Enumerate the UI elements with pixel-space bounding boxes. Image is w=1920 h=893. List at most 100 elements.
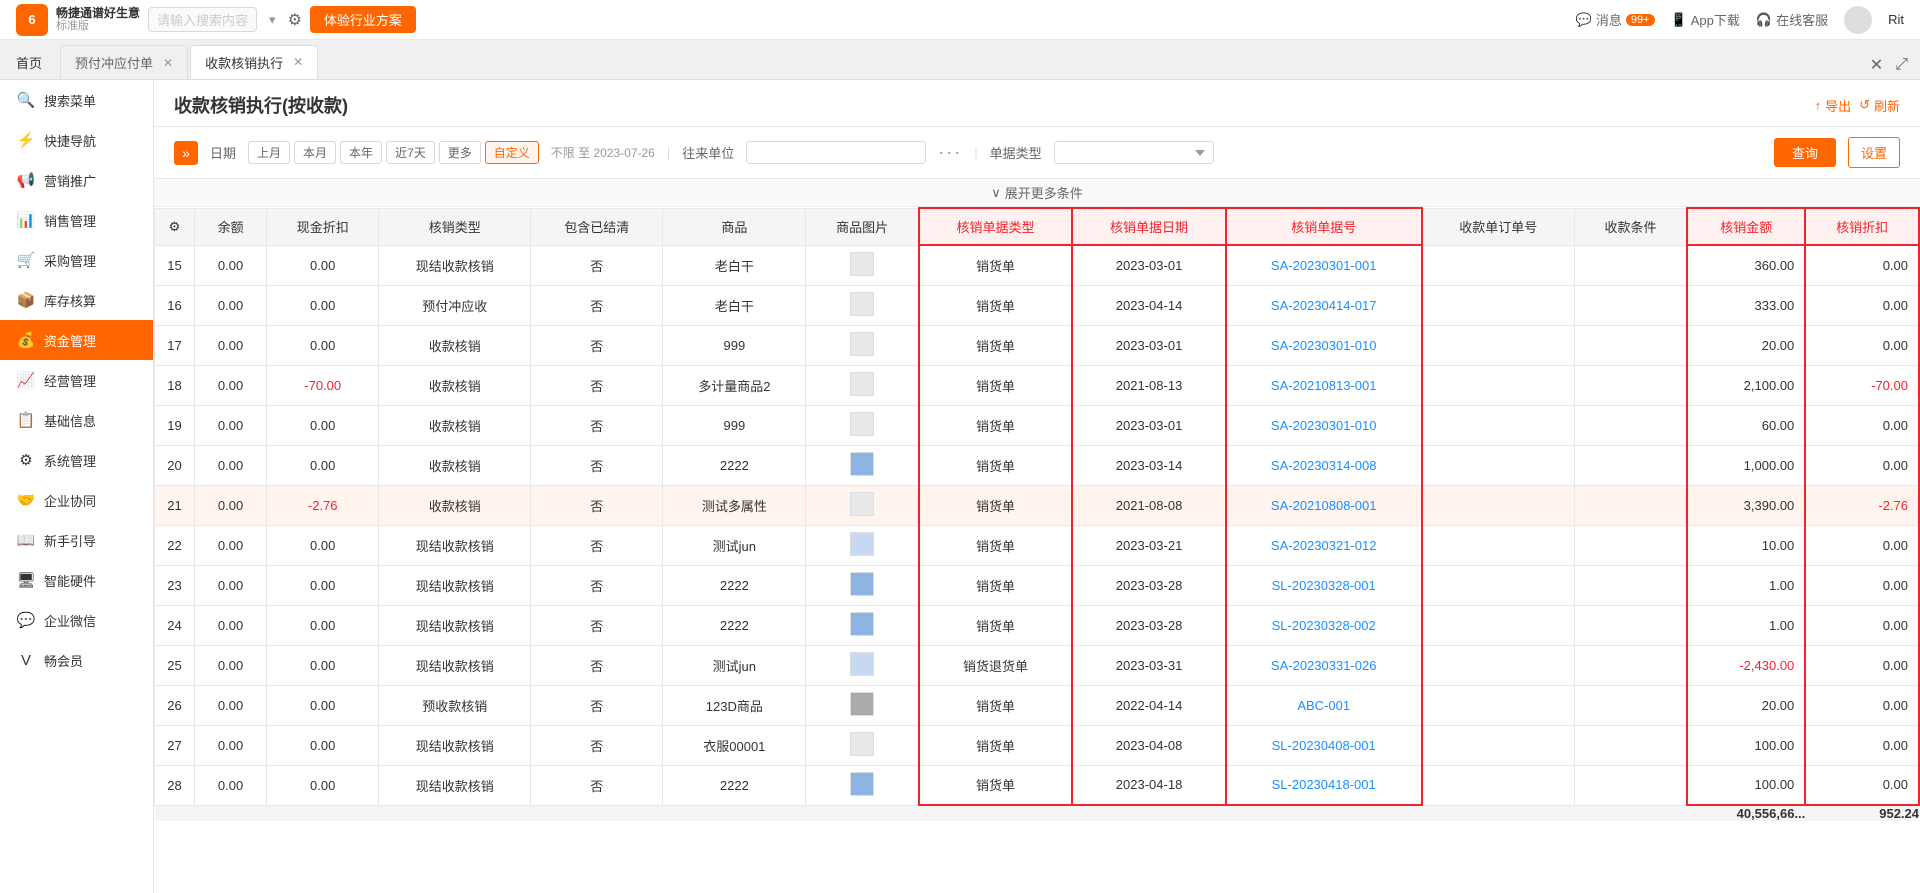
sidebar-item-1[interactable]: ⚡快捷导航 bbox=[0, 120, 153, 160]
cell-doc-verify-type: 销货单 bbox=[919, 445, 1073, 485]
online-service-item[interactable]: 🎧 在线客服 bbox=[1756, 10, 1828, 29]
sidebar-label-10: 企业协同 bbox=[44, 491, 96, 510]
sidebar-item-0[interactable]: 🔍搜索菜单 bbox=[0, 80, 153, 120]
sidebar-item-13[interactable]: 💬企业微信 bbox=[0, 600, 153, 640]
tab-maximize-button[interactable]: ⤢ bbox=[1891, 52, 1912, 78]
gear-icon[interactable]: ⚙ bbox=[288, 10, 302, 30]
cell-doc-verify-no[interactable]: SA-20230321-012 bbox=[1226, 525, 1422, 565]
cell-doc-verify-no[interactable]: SA-20230314-008 bbox=[1226, 445, 1422, 485]
column-settings-icon[interactable]: ⚙ bbox=[169, 219, 181, 234]
cell-doc-verify-no[interactable]: SA-20230301-001 bbox=[1226, 245, 1422, 285]
query-button[interactable]: 查询 bbox=[1774, 138, 1836, 167]
cell-receipt-order-no bbox=[1422, 725, 1575, 765]
tab-prepay-close-icon[interactable]: ✕ bbox=[163, 56, 173, 70]
th-verify_discount: 核销折扣 bbox=[1805, 208, 1919, 245]
set-button[interactable]: 设置 bbox=[1848, 137, 1900, 168]
sidebar-icon-4: 🛒 bbox=[16, 250, 36, 270]
cell-receipt-condition bbox=[1574, 605, 1687, 645]
sidebar-item-4[interactable]: 🛒采购管理 bbox=[0, 240, 153, 280]
cell-verify-type: 收款核销 bbox=[379, 365, 531, 405]
message-item[interactable]: 💬 消息 99+ bbox=[1576, 10, 1655, 29]
cell-id: 25 bbox=[155, 645, 195, 685]
sidebar-label-5: 库存核算 bbox=[44, 291, 96, 310]
sidebar-item-3[interactable]: 📊销售管理 bbox=[0, 200, 153, 240]
cell-goods: 测试jun bbox=[663, 525, 806, 565]
cell-doc-verify-no[interactable]: SL-20230328-002 bbox=[1226, 605, 1422, 645]
tab-close-all-button[interactable]: ✕ bbox=[1866, 51, 1887, 79]
product-image bbox=[850, 732, 874, 756]
tab-verify-close-icon[interactable]: ✕ bbox=[293, 55, 303, 69]
sidebar-item-7[interactable]: 📈经营管理 bbox=[0, 360, 153, 400]
cell-doc-verify-no[interactable]: SA-20230414-017 bbox=[1226, 285, 1422, 325]
cell-doc-verify-no[interactable]: SA-20230331-026 bbox=[1226, 645, 1422, 685]
cell-goods-img bbox=[806, 685, 919, 725]
th-doc_verify_no: 核销单据号 bbox=[1226, 208, 1422, 245]
tab-home[interactable]: 首页 bbox=[0, 45, 58, 79]
cell-verify-amount: 333.00 bbox=[1687, 285, 1805, 325]
sidebar-label-11: 新手引导 bbox=[44, 531, 96, 550]
online-service-label: 在线客服 bbox=[1776, 10, 1828, 29]
cell-receipt-condition bbox=[1574, 485, 1687, 525]
sidebar-item-14[interactable]: V畅会员 bbox=[0, 640, 153, 680]
this-month-button[interactable]: 本月 bbox=[294, 141, 336, 164]
table-footer-row: 40,556,66... 952.24 bbox=[155, 805, 1920, 821]
cell-verify-discount: 0.00 bbox=[1805, 645, 1919, 685]
expand-conditions-button[interactable]: ∨ 展开更多条件 bbox=[991, 183, 1083, 202]
content-area: 收款核销执行(按收款) ↑ 导出 ↺ 刷新 » 日期 上月 本月 本年 近7天 bbox=[154, 80, 1920, 893]
cell-doc-verify-date: 2022-04-14 bbox=[1072, 685, 1226, 725]
chevron-down-icon[interactable]: ▾ bbox=[269, 12, 276, 28]
cell-balance: 0.00 bbox=[195, 485, 267, 525]
last-7-days-button[interactable]: 近7天 bbox=[386, 141, 435, 164]
cell-goods: 999 bbox=[663, 405, 806, 445]
export-button[interactable]: ↑ 导出 bbox=[1815, 96, 1852, 115]
table-row: 21 0.00 -2.76 收款核销 否 测试多属性 销货单 2021-08-0… bbox=[155, 485, 1920, 525]
sidebar-item-9[interactable]: ⚙系统管理 bbox=[0, 440, 153, 480]
more-date-button[interactable]: 更多 bbox=[439, 141, 481, 164]
refresh-icon: ↺ bbox=[1859, 97, 1870, 113]
sidebar-item-6[interactable]: 💰资金管理 bbox=[0, 320, 153, 360]
sidebar-item-5[interactable]: 📦库存核算 bbox=[0, 280, 153, 320]
sidebar-item-8[interactable]: 📋基础信息 bbox=[0, 400, 153, 440]
cell-verify-type: 现结收款核销 bbox=[379, 645, 531, 685]
cell-doc-verify-no[interactable]: SL-20230418-001 bbox=[1226, 765, 1422, 805]
tab-prepay[interactable]: 预付冲应付单 ✕ bbox=[60, 45, 188, 79]
sidebar-item-11[interactable]: 📖新手引导 bbox=[0, 520, 153, 560]
sidebar-label-2: 营销推广 bbox=[44, 171, 96, 190]
cell-doc-verify-no[interactable]: SA-20210808-001 bbox=[1226, 485, 1422, 525]
cell-doc-verify-type: 销货单 bbox=[919, 365, 1073, 405]
cell-id: 24 bbox=[155, 605, 195, 645]
this-year-button[interactable]: 本年 bbox=[340, 141, 382, 164]
custom-date-badge[interactable]: 自定义 bbox=[485, 141, 539, 164]
filter-expand-button[interactable]: » bbox=[174, 141, 198, 165]
cell-goods: 999 bbox=[663, 325, 806, 365]
cell-goods-img bbox=[806, 445, 919, 485]
user-avatar[interactable] bbox=[1844, 6, 1872, 34]
tab-verify[interactable]: 收款核销执行 ✕ bbox=[190, 45, 318, 79]
top-bar-left: 6 畅捷通谱好生意 标准版 请输入搜索内容 ▾ ⚙ 体验行业方案 bbox=[16, 4, 1576, 36]
sidebar-item-10[interactable]: 🤝企业协同 bbox=[0, 480, 153, 520]
doc-type-select[interactable] bbox=[1054, 141, 1214, 164]
search-title[interactable]: 请输入搜索内容 bbox=[148, 7, 257, 32]
message-label: 消息 bbox=[1596, 10, 1622, 29]
date-range-display: 不限 至 2023-07-26 bbox=[551, 144, 655, 161]
cell-id: 22 bbox=[155, 525, 195, 565]
refresh-button[interactable]: ↺ 刷新 bbox=[1859, 96, 1900, 115]
sidebar-item-12[interactable]: 🖥智能硬件 bbox=[0, 560, 153, 600]
cell-balance: 0.00 bbox=[195, 445, 267, 485]
cell-doc-verify-no[interactable]: SL-20230408-001 bbox=[1226, 725, 1422, 765]
date-options-group: 上月 本月 本年 近7天 更多 自定义 bbox=[248, 141, 539, 164]
last-month-button[interactable]: 上月 bbox=[248, 141, 290, 164]
app-download-item[interactable]: 📱 App下载 bbox=[1671, 10, 1740, 29]
cell-verify-discount: 0.00 bbox=[1805, 565, 1919, 605]
industry-plan-button[interactable]: 体验行业方案 bbox=[310, 6, 416, 33]
sidebar-item-2[interactable]: 📢营销推广 bbox=[0, 160, 153, 200]
cell-doc-verify-no[interactable]: SA-20210813-001 bbox=[1226, 365, 1422, 405]
cell-doc-verify-no[interactable]: SL-20230328-001 bbox=[1226, 565, 1422, 605]
cell-doc-verify-no[interactable]: ABC-001 bbox=[1226, 685, 1422, 725]
cell-doc-verify-no[interactable]: SA-20230301-010 bbox=[1226, 325, 1422, 365]
main-area: 🔍搜索菜单⚡快捷导航📢营销推广📊销售管理🛒采购管理📦库存核算💰资金管理📈经营管理… bbox=[0, 80, 1920, 893]
from-unit-input[interactable] bbox=[746, 141, 926, 164]
cell-cash-discount: 0.00 bbox=[267, 325, 379, 365]
filter-divider-1: | bbox=[667, 145, 670, 160]
cell-doc-verify-no[interactable]: SA-20230301-010 bbox=[1226, 405, 1422, 445]
